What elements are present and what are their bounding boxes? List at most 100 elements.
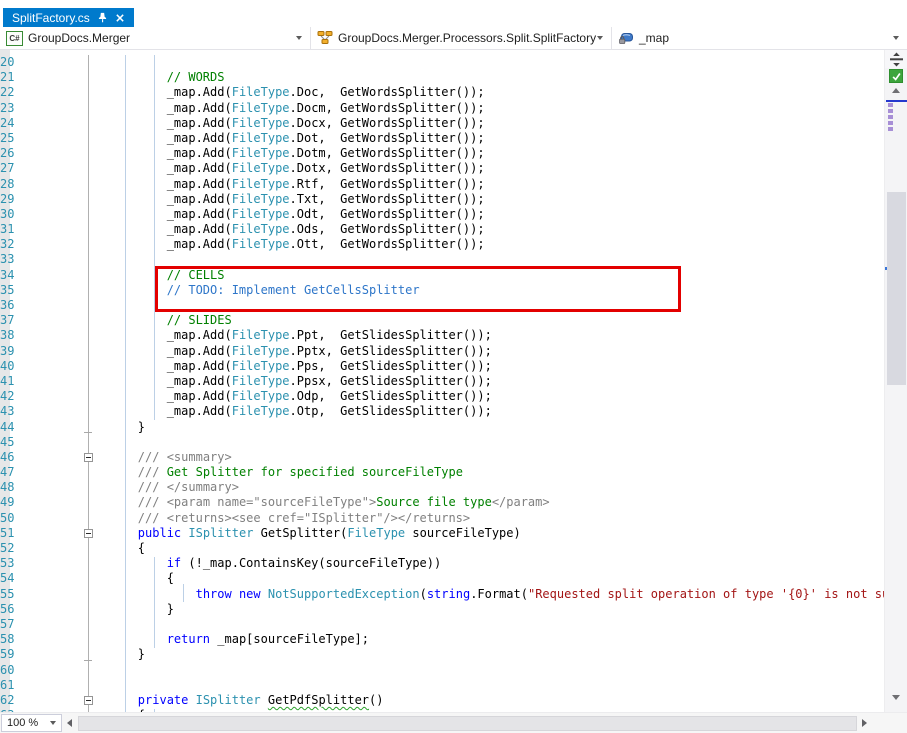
change-marker (888, 103, 893, 107)
class-icon (317, 30, 333, 46)
vertical-scrollbar-thumb[interactable] (887, 192, 906, 385)
code-line[interactable]: 54 { (0, 571, 907, 586)
scroll-right-arrow-icon[interactable] (862, 719, 867, 727)
code-line[interactable]: 24 _map.Add(FileType.Docx, GetWordsSplitt… (0, 116, 907, 131)
line-number: 26 (0, 146, 15, 161)
code-line[interactable]: 30 _map.Add(FileType.Odt, GetWordsSplitte… (0, 207, 907, 222)
change-marker (888, 109, 893, 113)
code-text (80, 678, 96, 693)
code-line[interactable]: 62 private ISplitter GetPdfSplitter() (0, 693, 907, 708)
code-line[interactable]: 32 _map.Add(FileType.Ott, GetWordsSplitte… (0, 237, 907, 252)
code-line[interactable]: 42 _map.Add(FileType.Odp, GetSlidesSplitt… (0, 389, 907, 404)
code-line[interactable]: 60 (0, 663, 907, 678)
code-line[interactable]: 49 /// <param name="sourceFileType">Sourc… (0, 495, 907, 510)
code-text: return _map[sourceFileType]; (166, 632, 369, 647)
scroll-up-arrow-icon[interactable] (892, 88, 900, 93)
line-number: 24 (0, 115, 15, 130)
code-text: /// </summary> (137, 480, 239, 495)
code-text: /// <returns><see cref="ISplitter"/></re… (137, 510, 471, 525)
project-dropdown[interactable]: C# GroupDocs.Merger (0, 27, 311, 49)
scrollbar-caret-marker (886, 100, 907, 102)
code-lines: 20 21 // WORDS 22 _map.Add(FileType.Doc, Get… (0, 55, 907, 712)
pin-icon[interactable] (97, 12, 108, 23)
code-text: _map.Add(FileType.Pptx, GetSlidesSplitte… (166, 343, 492, 358)
line-number: 31 (0, 222, 15, 237)
line-number: 20 (0, 55, 15, 69)
code-line[interactable]: 56} (0, 602, 907, 617)
change-marker (888, 127, 893, 131)
code-line[interactable]: 21 // WORDS (0, 70, 907, 85)
line-number: 32 (0, 237, 15, 252)
code-line[interactable]: 44} (0, 420, 907, 435)
vertical-scrollbar[interactable] (884, 50, 907, 712)
code-text: /// Get Splitter for specified sourceFil… (137, 465, 463, 480)
code-line[interactable]: 48 /// </summary> (0, 480, 907, 495)
line-number: 47 (0, 465, 15, 480)
code-line[interactable]: 53 if (!_map.ContainsKey(sourceFileType)) (0, 556, 907, 571)
code-line[interactable]: 41 _map.Add(FileType.Ppsx, GetSlidesSplit… (0, 374, 907, 389)
code-text: _map.Add(FileType.Ods, GetWordsSplitter(… (166, 222, 485, 237)
change-marker (888, 121, 893, 125)
code-line[interactable]: 47 /// Get Splitter for specified sourceF… (0, 465, 907, 480)
code-line[interactable]: 22 _map.Add(FileType.Doc, GetWordsSplitte… (0, 85, 907, 100)
private-field-icon (618, 30, 634, 46)
code-line[interactable]: 61 (0, 678, 907, 693)
code-line[interactable]: 20 (0, 55, 907, 70)
code-line[interactable]: 63 { (0, 708, 907, 712)
fold-collapse-box[interactable] (84, 453, 93, 463)
chevron-down-icon (50, 721, 56, 725)
code-line[interactable]: 55 throw new NotSupportedException(string… (0, 587, 907, 602)
csharp-project-icon: C# (6, 30, 23, 46)
code-text: if (!_map.ContainsKey(sourceFileType)) (166, 556, 442, 571)
scroll-down-arrow-icon[interactable] (892, 695, 900, 700)
fold-collapse-box[interactable] (84, 696, 93, 706)
code-line[interactable]: 58 return _map[sourceFileType]; (0, 632, 907, 647)
splitter-grip-icon[interactable] (885, 50, 907, 68)
code-line[interactable]: 45 (0, 435, 907, 450)
code-line[interactable]: 46/// <summary> (0, 450, 907, 465)
line-number: 41 (0, 373, 15, 388)
code-text: _map.Add(FileType.Docx, GetWordsSplitter… (166, 115, 485, 130)
editor-bottom-bar: 100 % (0, 712, 907, 733)
code-line[interactable]: 57 (0, 617, 907, 632)
code-line[interactable]: 26 _map.Add(FileType.Dotm, GetWordsSplitt… (0, 146, 907, 161)
code-line[interactable]: 39 _map.Add(FileType.Pptx, GetSlidesSplit… (0, 344, 907, 359)
fold-collapse-box[interactable] (84, 529, 93, 539)
navigation-bar: C# GroupDocs.Merger GroupDocs.Merger.Pro… (0, 27, 907, 50)
code-line[interactable]: 23 _map.Add(FileType.Docm, GetWordsSplitt… (0, 101, 907, 116)
vs-editor-window: SplitFactory.cs C# GroupDocs.Merger Grou… (0, 0, 907, 733)
code-line[interactable]: 37 // SLIDES (0, 313, 907, 328)
line-number: 35 (0, 282, 15, 297)
code-line[interactable]: 40 _map.Add(FileType.Pps, GetSlidesSplitt… (0, 359, 907, 374)
code-line[interactable]: 59} (0, 647, 907, 662)
line-number: 34 (0, 267, 15, 282)
code-line[interactable]: 52 { (0, 541, 907, 556)
code-line[interactable]: 31 _map.Add(FileType.Ods, GetWordsSplitte… (0, 222, 907, 237)
zoom-level: 100 % (7, 717, 39, 729)
tab-title: SplitFactory.cs (12, 10, 90, 25)
line-number: 62 (0, 692, 15, 707)
code-text (80, 252, 96, 267)
horizontal-scrollbar-thumb[interactable] (78, 716, 857, 731)
line-number: 42 (0, 389, 15, 404)
line-number: 23 (0, 100, 15, 115)
code-line[interactable]: 50 /// <returns><see cref="ISplitter"/></… (0, 511, 907, 526)
tab-splitfactory[interactable]: SplitFactory.cs (3, 8, 134, 27)
member-dropdown[interactable]: _map (612, 27, 907, 49)
type-dropdown[interactable]: GroupDocs.Merger.Processors.Split.SplitF… (311, 27, 612, 49)
line-number: 48 (0, 480, 15, 495)
line-number: 44 (0, 419, 15, 434)
code-line[interactable]: 27 _map.Add(FileType.Dotx, GetWordsSplitt… (0, 161, 907, 176)
zoom-control[interactable]: 100 % (1, 714, 62, 732)
code-line[interactable]: 29 _map.Add(FileType.Txt, GetWordsSplitte… (0, 192, 907, 207)
code-line[interactable]: 43 _map.Add(FileType.Otp, GetSlidesSplitt… (0, 404, 907, 419)
code-health-check-icon[interactable] (889, 69, 903, 83)
code-text: _map.Add(FileType.Dotx, GetWordsSplitter… (166, 161, 485, 176)
code-editor[interactable]: 20 21 // WORDS 22 _map.Add(FileType.Doc, Get… (0, 50, 907, 712)
scroll-left-arrow-icon[interactable] (67, 719, 72, 727)
code-line[interactable]: 51 public ISplitter GetSplitter(FileType … (0, 526, 907, 541)
code-line[interactable]: 38 _map.Add(FileType.Ppt, GetSlidesSplitt… (0, 328, 907, 343)
code-line[interactable]: 28 _map.Add(FileType.Rtf, GetWordsSplitte… (0, 177, 907, 192)
code-line[interactable]: 25 _map.Add(FileType.Dot, GetWordsSplitte… (0, 131, 907, 146)
close-icon[interactable] (115, 13, 125, 23)
